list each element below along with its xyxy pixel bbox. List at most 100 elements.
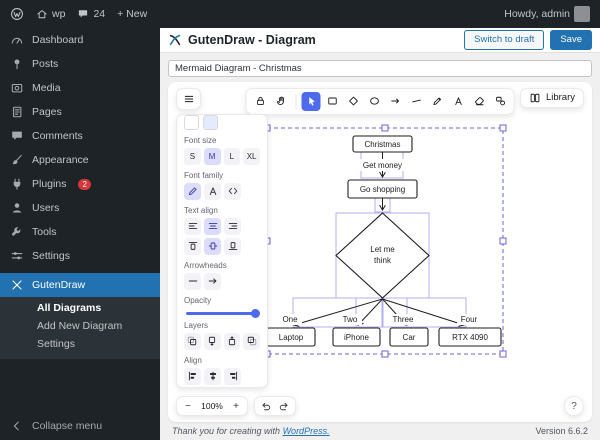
zoom-in-button[interactable]: + (227, 398, 245, 414)
canvas-menu-button[interactable] (176, 88, 201, 110)
sidebar-item-posts[interactable]: Posts (0, 52, 160, 76)
save-button[interactable]: Save (550, 30, 592, 49)
pages-icon (10, 105, 24, 119)
align-right-button[interactable] (224, 218, 241, 235)
align-center-button[interactable] (204, 218, 221, 235)
plugins-update-badge: 2 (78, 179, 90, 190)
hand-tool[interactable] (272, 92, 291, 111)
valign-bottom-button[interactable] (224, 238, 241, 255)
align-objects-right-button[interactable] (224, 368, 241, 385)
rectangle-tool[interactable] (323, 92, 342, 111)
font-code-button[interactable] (224, 183, 241, 200)
edge-label-three: Three (393, 315, 414, 324)
drawing-toolbar (246, 88, 515, 115)
admin-sidebar: Dashboard Posts Media Pages Comments App… (0, 28, 160, 440)
edge-label-four: Four (461, 315, 478, 324)
submenu-add-new-diagram[interactable]: Add New Diagram (0, 317, 160, 335)
align-objects-left-button[interactable] (184, 368, 201, 385)
ellipse-tool[interactable] (365, 92, 384, 111)
align-left-button[interactable] (184, 218, 201, 235)
library-button[interactable]: Library (520, 88, 584, 108)
history-controls (254, 396, 296, 416)
font-size-xl-button[interactable]: XL (243, 148, 260, 165)
sidebar-item-plugins[interactable]: Plugins 2 (0, 172, 160, 196)
shapes-tool[interactable] (491, 92, 510, 111)
bring-to-front-icon (246, 335, 258, 347)
howdy-menu[interactable]: Howdy, admin (504, 6, 590, 22)
redo-button[interactable] (275, 398, 293, 414)
zoom-level[interactable]: 100% (197, 401, 227, 411)
footer-thanks: Thank you for creating with WordPress. (172, 426, 330, 436)
align-objects-left-icon (187, 370, 199, 382)
arrow-tool[interactable] (386, 92, 405, 111)
lock-icon (254, 95, 266, 107)
diamond-tool[interactable] (344, 92, 363, 111)
zoom-out-button[interactable]: − (179, 398, 197, 414)
font-size-m-button[interactable]: M (204, 148, 221, 165)
submenu-settings[interactable]: Settings (0, 335, 160, 353)
arrow-icon (389, 95, 401, 107)
gutendraw-logo-icon (168, 33, 182, 47)
valign-top-button[interactable] (184, 238, 201, 255)
font-hand-drawn-button[interactable] (184, 183, 201, 200)
sidebar-item-settings[interactable]: Settings (0, 244, 160, 268)
stroke-color-swatch[interactable] (184, 115, 199, 130)
dashboard-icon (10, 33, 24, 47)
admin-bar-comments[interactable]: 24 (77, 8, 105, 20)
draw-tool[interactable] (428, 92, 447, 111)
svg-text:Go shopping: Go shopping (360, 185, 405, 194)
selection-tool[interactable] (302, 92, 321, 111)
help-button[interactable]: ? (564, 396, 584, 416)
svg-text:Christmas: Christmas (364, 140, 400, 149)
font-normal-button[interactable] (204, 183, 221, 200)
drawing-canvas[interactable]: Get money One Two Three Four (168, 82, 592, 422)
font-family-label: Font family (184, 171, 260, 180)
wordpress-link[interactable]: WordPress. (283, 426, 330, 436)
site-name[interactable]: wp (36, 8, 65, 20)
sidebar-item-comments[interactable]: Comments (0, 124, 160, 148)
lock-tool[interactable] (251, 92, 270, 111)
sidebar-item-pages[interactable]: Pages (0, 100, 160, 124)
redo-icon (278, 400, 290, 412)
sidebar-item-appearance[interactable]: Appearance (0, 148, 160, 172)
selection-handle (500, 351, 506, 357)
align-objects-hcenter-button[interactable] (204, 368, 221, 385)
line-icon (187, 275, 199, 287)
comments-icon (10, 129, 24, 143)
sidebar-item-users[interactable]: Users (0, 196, 160, 220)
font-size-l-button[interactable]: L (224, 148, 241, 165)
comment-bubble-icon (77, 8, 89, 20)
diagram-title-input[interactable] (168, 60, 592, 77)
sidebar-item-media[interactable]: Media (0, 76, 160, 100)
submenu-all-diagrams[interactable]: All Diagrams (0, 299, 160, 317)
svg-text:Let me: Let me (370, 245, 395, 254)
eraser-tool[interactable] (470, 92, 489, 111)
opacity-slider[interactable] (186, 312, 258, 315)
opacity-slider-knob[interactable] (251, 309, 260, 318)
selection-handle (382, 351, 388, 357)
new-button[interactable]: + New (117, 8, 147, 20)
valign-middle-button[interactable] (204, 238, 221, 255)
line-icon (410, 95, 422, 107)
valign-top-icon (187, 240, 199, 252)
arrowhead-arrow-button[interactable] (204, 273, 221, 290)
arrowhead-none-button[interactable] (184, 273, 201, 290)
sidebar-item-dashboard[interactable]: Dashboard (0, 28, 160, 52)
undo-button[interactable] (257, 398, 275, 414)
collapse-menu-button[interactable]: Collapse menu (0, 412, 160, 440)
text-tool[interactable] (449, 92, 468, 111)
selection-handle (500, 238, 506, 244)
bring-to-front-button[interactable] (243, 333, 260, 350)
collapse-arrow-icon (10, 419, 24, 433)
send-to-back-button[interactable] (184, 333, 201, 350)
send-backward-button[interactable] (204, 333, 221, 350)
line-tool[interactable] (407, 92, 426, 111)
bring-forward-button[interactable] (224, 333, 241, 350)
background-color-swatch[interactable] (203, 115, 218, 130)
switch-to-draft-button[interactable]: Switch to draft (464, 30, 544, 49)
wordpress-logo-icon[interactable] (10, 7, 24, 21)
sidebar-item-gutendraw[interactable]: GutenDraw (0, 273, 160, 297)
sidebar-item-tools[interactable]: Tools (0, 220, 160, 244)
media-icon (10, 81, 24, 95)
font-size-s-button[interactable]: S (184, 148, 201, 165)
